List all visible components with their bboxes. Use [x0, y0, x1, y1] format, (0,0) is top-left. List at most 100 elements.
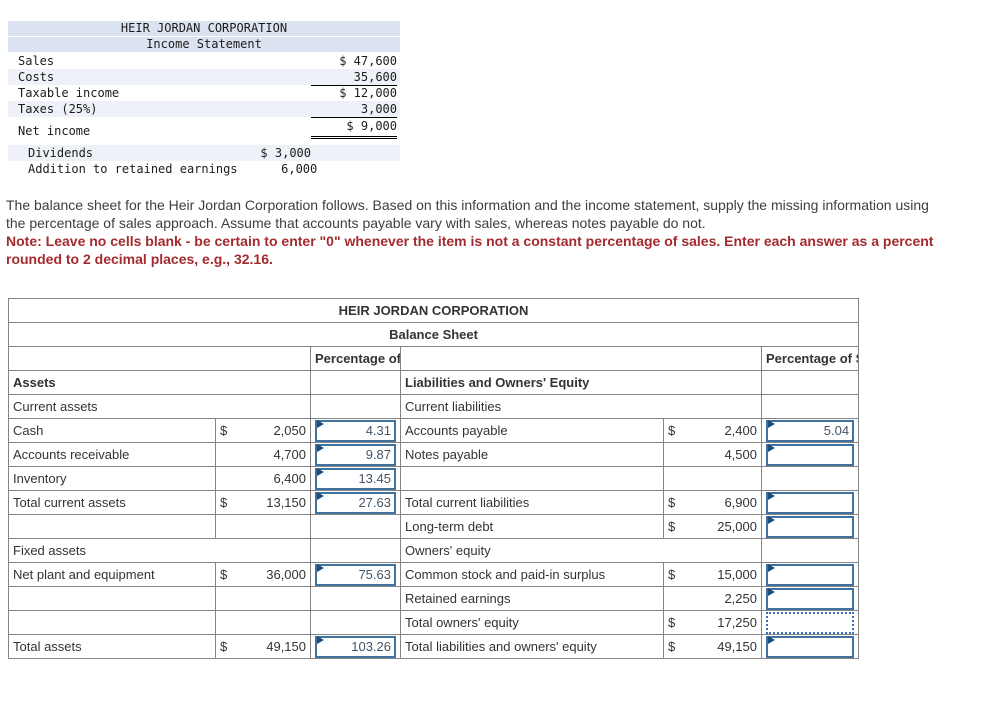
total-current-assets-pct-input[interactable]: 27.63: [315, 491, 396, 514]
inventory-pct-input[interactable]: 13.45: [315, 467, 396, 490]
row-label: Taxable income: [18, 86, 120, 100]
row-amount: $ 3,000: [260, 146, 311, 160]
current-liabilities-label: Current liabilities: [400, 394, 762, 419]
row-amount: $ 9,000: [311, 118, 397, 139]
current-assets-label: Current assets: [8, 394, 311, 419]
cash-amount-cell: $2,050: [215, 418, 311, 443]
net-plant-pct-input[interactable]: 75.63: [315, 563, 396, 586]
answer-flag-icon: [317, 467, 324, 476]
row-label: Sales: [18, 54, 55, 68]
answer-flag-icon: [768, 563, 775, 572]
dollar-sign: $: [220, 423, 228, 438]
notes-payable-pct-input[interactable]: [766, 443, 855, 466]
row-label: Taxes (25%): [18, 102, 98, 116]
bs-row-totals-current: Total current assets $13,150 27.63 Total…: [8, 490, 860, 515]
row-label: Net income: [18, 124, 91, 138]
empty-cell: [310, 610, 401, 635]
total-liab-oe-pct-cell: [760, 634, 860, 659]
empty-cell: [8, 586, 216, 611]
total-liab-oe-label: Total liabilities and owners' equity: [400, 634, 664, 659]
dollar-sign: $: [220, 567, 228, 582]
inventory-pct-cell: 13.45: [310, 466, 401, 491]
bs-row-ltd: Long-term debt $25,000: [8, 514, 860, 539]
empty-cell: [400, 466, 664, 491]
row-amount: 35,600: [311, 69, 397, 86]
net-plant-amount-cell: $36,000: [215, 562, 311, 587]
amount: 15,000: [717, 567, 757, 582]
answer-flag-icon: [768, 515, 775, 524]
answer-flag-icon: [768, 587, 775, 596]
answer-flag-icon: [768, 491, 775, 500]
total-current-liabilities-pct-input[interactable]: [766, 491, 855, 514]
empty-cell: [663, 466, 762, 491]
empty-cell: [215, 586, 311, 611]
amount: 13,150: [266, 495, 306, 510]
amount: 17,250: [717, 615, 757, 630]
accounts-receivable-pct-input[interactable]: 9.87: [315, 443, 396, 466]
total-current-liabilities-amount-cell: $6,900: [663, 490, 762, 515]
total-assets-pct-input[interactable]: 103.26: [315, 635, 396, 658]
instructions: The balance sheet for the Heir Jordan Co…: [6, 196, 952, 268]
empty-cell: [215, 514, 311, 539]
long-term-debt-pct-input[interactable]: [766, 515, 855, 538]
bs-row-cash-ap: Cash $2,050 4.31 Accounts payable $2,400…: [8, 418, 860, 443]
input-value: 103.26: [351, 639, 391, 654]
answer-flag-icon: [317, 419, 324, 428]
input-value: 4.31: [365, 423, 391, 438]
income-row-costs: Costs 35,600: [8, 69, 400, 86]
answer-flag-icon: [317, 563, 324, 572]
pct-of-sales-header-right: Percentage of Sales: [760, 346, 860, 371]
accounts-payable-pct-input[interactable]: 5.04: [766, 419, 855, 442]
cash-pct-input[interactable]: 4.31: [315, 419, 396, 442]
income-row-dividends: Dividends $ 3,000: [8, 145, 400, 161]
total-assets-label: Total assets: [8, 634, 216, 659]
input-value: 9.87: [365, 447, 391, 462]
total-assets-amount-cell: $49,150: [215, 634, 311, 659]
common-stock-pct-input[interactable]: [766, 563, 855, 586]
row-label: Addition to retained earnings: [28, 162, 238, 176]
empty-cell: [310, 586, 401, 611]
empty-cell: [310, 538, 401, 563]
long-term-debt-amount-cell: $25,000: [663, 514, 762, 539]
total-current-assets-pct-cell: 27.63: [310, 490, 401, 515]
total-liab-oe-pct-input[interactable]: [766, 635, 855, 658]
answer-flag-icon: [768, 443, 775, 452]
total-liab-oe-amount-cell: $49,150: [663, 634, 762, 659]
total-current-liabilities-pct-cell: [760, 490, 860, 515]
empty-cell: [760, 370, 860, 395]
inventory-amount-cell: 6,400: [215, 466, 311, 491]
income-row-net-income: Net income $ 9,000: [8, 117, 400, 139]
amount: 25,000: [717, 519, 757, 534]
bs-row-ar-np: Accounts receivable 4,700 9.87 Notes pay…: [8, 442, 860, 467]
bs-subtitle: Balance Sheet: [7, 322, 860, 347]
retained-earnings-amount-cell: 2,250: [663, 586, 762, 611]
bs-row-grand-totals: Total assets $49,150 103.26 Total liabil…: [8, 634, 860, 659]
empty-cell: [310, 394, 401, 419]
dollar-sign: $: [668, 567, 676, 582]
bs-row-plant-stock: Net plant and equipment $36,000 75.63 Co…: [8, 562, 860, 587]
empty-header-cell: [400, 346, 762, 371]
total-current-assets-amount-cell: $13,150: [215, 490, 311, 515]
answer-flag-icon: [768, 419, 775, 428]
empty-cell: [310, 514, 401, 539]
total-owners-equity-pct-input[interactable]: [766, 611, 855, 634]
notes-payable-label: Notes payable: [400, 442, 664, 467]
dollar-sign: $: [668, 639, 676, 654]
amount: 2,250: [724, 591, 757, 606]
bs-column-header-row: Percentage of Sales Percentage of Sales: [8, 346, 860, 371]
input-value: 75.63: [358, 567, 391, 582]
dollar-sign: $: [668, 615, 676, 630]
answer-flag-icon: [317, 491, 324, 500]
retained-earnings-pct-input[interactable]: [766, 587, 855, 610]
liabilities-header: Liabilities and Owners' Equity: [400, 370, 762, 395]
accounts-payable-amount-cell: $2,400: [663, 418, 762, 443]
accounts-payable-label: Accounts payable: [400, 418, 664, 443]
bs-row-fixed-oe: Fixed assets Owners' equity: [8, 538, 860, 563]
accounts-payable-pct-cell: 5.04: [760, 418, 860, 443]
notes-payable-pct-cell: [760, 442, 860, 467]
balance-sheet-table: HEIR JORDAN CORPORATION Balance Sheet Pe…: [7, 298, 860, 659]
total-current-liabilities-label: Total current liabilities: [400, 490, 664, 515]
long-term-debt-pct-cell: [760, 514, 860, 539]
bs-title-row: HEIR JORDAN CORPORATION: [7, 298, 860, 323]
empty-cell: [8, 514, 216, 539]
